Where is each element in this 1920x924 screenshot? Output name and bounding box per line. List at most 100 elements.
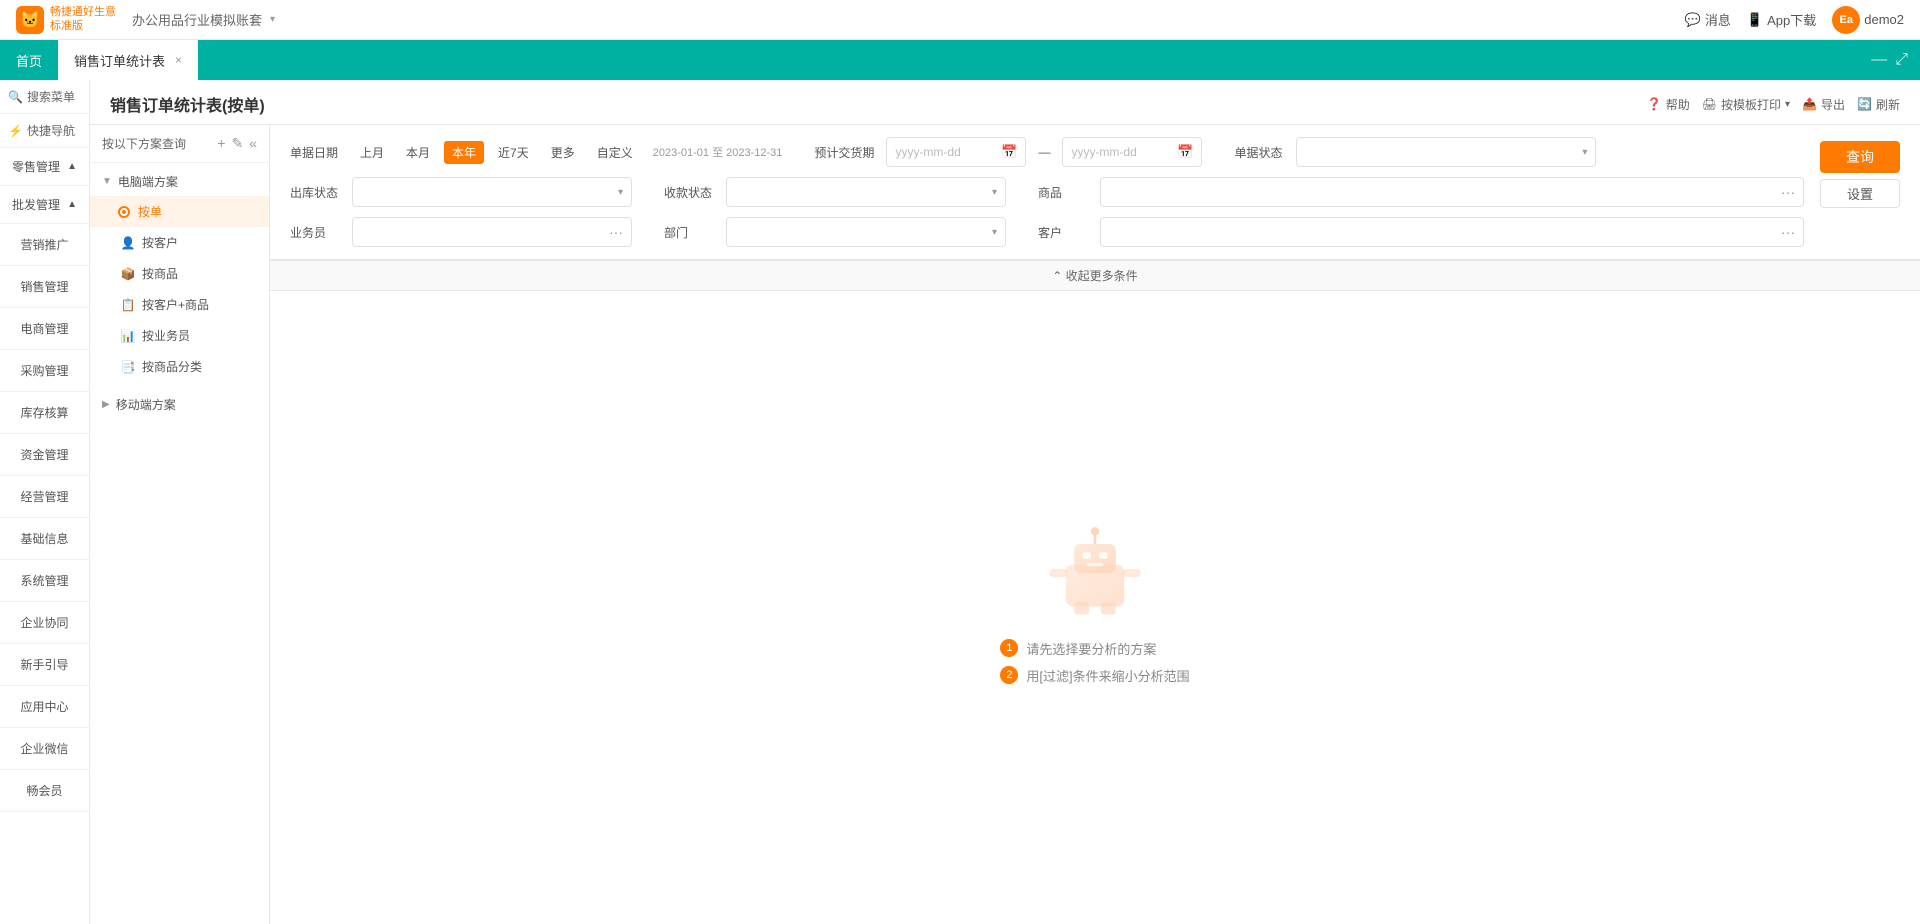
scheme-item-by-order-label: 按单 — [138, 203, 162, 220]
mobile-group-label: 移动端方案 — [116, 396, 176, 413]
edit-scheme-button[interactable]: ✎ — [231, 135, 243, 152]
sidebar-item-enterprise[interactable]: 企业协同 — [0, 602, 89, 644]
filter-row-3: 业务员 ··· 部门 ▾ 客户 — [290, 217, 1804, 247]
print-button[interactable]: 🖨 按模板打印 ▾ — [1702, 96, 1790, 113]
refresh-button[interactable]: 🔄 刷新 — [1857, 96, 1900, 113]
receipt-status-label: 收款状态 — [664, 184, 714, 201]
page-header: 销售订单统计表(按单) ❓ 帮助 🖨 按模板打印 ▾ 📤 导出 🔄 刷新 — [90, 80, 1920, 125]
expected-date-start[interactable]: yyyy-mm-dd 📅 — [886, 137, 1026, 167]
page-header-actions: ❓ 帮助 🖨 按模板打印 ▾ 📤 导出 🔄 刷新 — [1647, 96, 1900, 113]
sidebar-item-operations[interactable]: 经营管理 — [0, 476, 89, 518]
dept-select[interactable]: ▾ — [726, 217, 1006, 247]
query-button[interactable]: 查询 — [1820, 141, 1900, 173]
app-dropdown-arrow[interactable]: ▾ — [270, 14, 275, 25]
sidebar-item-sales[interactable]: 销售管理 — [0, 266, 89, 308]
customer-select[interactable]: ··· — [1100, 217, 1804, 247]
collapse-label: ⌃ 收起更多条件 — [1052, 269, 1137, 283]
product-select[interactable]: ··· — [1100, 177, 1804, 207]
sidebar-item-member[interactable]: 畅会员 — [0, 770, 89, 812]
sidebar-item-system[interactable]: 系统管理 — [0, 560, 89, 602]
calendar-start-icon[interactable]: 📅 — [1001, 144, 1017, 160]
sidebar-quick-nav[interactable]: ⚡ 快捷导航 — [0, 114, 89, 148]
search-icon: 🔍 — [8, 90, 23, 104]
sidebar-item-wholesale[interactable]: 批发管理 ▲ — [0, 186, 89, 224]
active-indicator — [120, 208, 128, 216]
product-more-icon[interactable]: ··· — [1781, 184, 1795, 200]
scheme-item-by-order[interactable]: 按单 — [90, 196, 269, 227]
date-btn-this-year[interactable]: 本年 — [444, 141, 484, 164]
main-layout: 🔍 搜索菜单 ⚡ 快捷导航 零售管理 ▲ 批发管理 ▲ 营销推广 销售管理 电商… — [0, 80, 1920, 924]
settings-button[interactable]: 设置 — [1820, 179, 1900, 208]
sidebar-item-ecommerce[interactable]: 电商管理 — [0, 308, 89, 350]
add-scheme-button[interactable]: + — [217, 135, 225, 152]
empty-step-2: 2 用[过滤]条件来缩小分析范围 — [1000, 666, 1189, 685]
sidebar-item-wechat[interactable]: 企业微信 — [0, 728, 89, 770]
tab-close-button[interactable]: × — [175, 53, 182, 67]
sidebar-item-inventory[interactable]: 库存核算 — [0, 392, 89, 434]
customer-more-icon[interactable]: ··· — [1781, 224, 1795, 240]
scheme-group-mobile-header[interactable]: ▶ 移动端方案 — [90, 390, 269, 419]
calendar-end-icon[interactable]: 📅 — [1177, 144, 1193, 160]
receipt-status-select[interactable]: ▾ — [726, 177, 1006, 207]
refresh-icon: 🔄 — [1857, 97, 1872, 111]
date-btn-last7[interactable]: 近7天 — [490, 141, 537, 164]
left-panel-header: 按以下方案查询 + ✎ « — [90, 125, 269, 163]
query-actions: 查询 设置 — [1804, 137, 1900, 208]
out-status-label: 出库状态 — [290, 184, 340, 201]
sidebar-search[interactable]: 🔍 搜索菜单 — [0, 80, 89, 114]
date-btn-this-month[interactable]: 本月 — [398, 141, 438, 164]
sidebar-wholesale-arrow: ▲ — [67, 199, 77, 210]
date-btn-custom[interactable]: 自定义 — [589, 141, 641, 164]
inner-layout: 按以下方案查询 + ✎ « ▼ 电脑端方案 按单 — [90, 125, 1920, 924]
left-panel-actions: + ✎ « — [217, 135, 257, 152]
expected-date-end[interactable]: yyyy-mm-dd 📅 — [1062, 137, 1202, 167]
sidebar-item-finance[interactable]: 资金管理 — [0, 434, 89, 476]
pc-group-label: 电脑端方案 — [118, 173, 178, 190]
user-profile[interactable]: Ea demo2 — [1832, 6, 1904, 34]
date-label: 单据日期 — [290, 144, 340, 161]
scheme-item-by-customer[interactable]: 👤 按客户 — [90, 227, 269, 258]
top-bar: 🐱 畅捷通好生意 标准版 办公用品行业模拟账套 ▾ 💬 消息 📱 App下载 E… — [0, 0, 1920, 40]
print-dropdown-arrow[interactable]: ▾ — [1785, 99, 1790, 110]
staff-more-icon[interactable]: ··· — [609, 224, 623, 240]
tab-home[interactable]: 首页 — [0, 40, 58, 80]
scheme-group-pc-header[interactable]: ▼ 电脑端方案 — [90, 167, 269, 196]
scheme-item-by-cust-prod[interactable]: 📋 按客户+商品 — [90, 289, 269, 320]
scheme-item-by-product-label: 按商品 — [142, 265, 178, 282]
left-panel: 按以下方案查询 + ✎ « ▼ 电脑端方案 按单 — [90, 125, 270, 924]
app-download-button[interactable]: 📱 App下载 — [1747, 10, 1816, 29]
page-title: 销售订单统计表(按单) — [110, 92, 265, 116]
scheme-item-by-product[interactable]: 📦 按商品 — [90, 258, 269, 289]
filter-area: 单据日期 上月 本月 本年 近7天 更多 自定义 2023-01-01 至 20… — [270, 125, 1920, 260]
sidebar-item-retail[interactable]: 零售管理 ▲ — [0, 148, 89, 186]
sidebar-item-base[interactable]: 基础信息 — [0, 518, 89, 560]
help-button[interactable]: ❓ 帮助 — [1647, 96, 1690, 113]
sidebar-item-purchase[interactable]: 采购管理 — [0, 350, 89, 392]
empty-state: 1 请先选择要分析的方案 2 用[过滤]条件来缩小分析范围 — [1000, 523, 1189, 693]
sidebar-item-marketing[interactable]: 营销推广 — [0, 224, 89, 266]
app-title: 办公用品行业模拟账套 — [132, 10, 262, 29]
doc-status-select[interactable]: ▾ — [1296, 137, 1596, 167]
sidebar-item-newuser[interactable]: 新手引导 — [0, 644, 89, 686]
out-status-select[interactable]: ▾ — [352, 177, 632, 207]
tab-bar: 首页 销售订单统计表 × — ⤢ — [0, 40, 1920, 80]
message-icon: 💬 — [1685, 12, 1701, 28]
collapse-panel-button[interactable]: « — [249, 135, 257, 152]
date-separator: — — [1038, 145, 1050, 159]
message-button[interactable]: 💬 消息 — [1685, 10, 1731, 29]
staff-select[interactable]: ··· — [352, 217, 632, 247]
empty-steps: 1 请先选择要分析的方案 2 用[过滤]条件来缩小分析范围 — [1000, 639, 1189, 693]
scheme-item-by-staff[interactable]: 📊 按业务员 — [90, 320, 269, 351]
step-num-1: 1 — [1000, 639, 1018, 657]
collapse-bar[interactable]: ⌃ 收起更多条件 — [270, 260, 1920, 291]
date-btn-last-month[interactable]: 上月 — [352, 141, 392, 164]
tab-maximize-button[interactable]: ⤢ — [1895, 51, 1908, 69]
pc-group-arrow: ▼ — [102, 176, 112, 187]
date-btn-more[interactable]: 更多 — [543, 141, 583, 164]
tab-active[interactable]: 销售订单统计表 × — [58, 40, 198, 80]
tab-minimize-button[interactable]: — — [1871, 51, 1887, 69]
help-icon: ❓ — [1647, 97, 1662, 111]
export-button[interactable]: 📤 导出 — [1802, 96, 1845, 113]
sidebar-item-appcenter[interactable]: 应用中心 — [0, 686, 89, 728]
scheme-item-by-category[interactable]: 📑 按商品分类 — [90, 351, 269, 382]
